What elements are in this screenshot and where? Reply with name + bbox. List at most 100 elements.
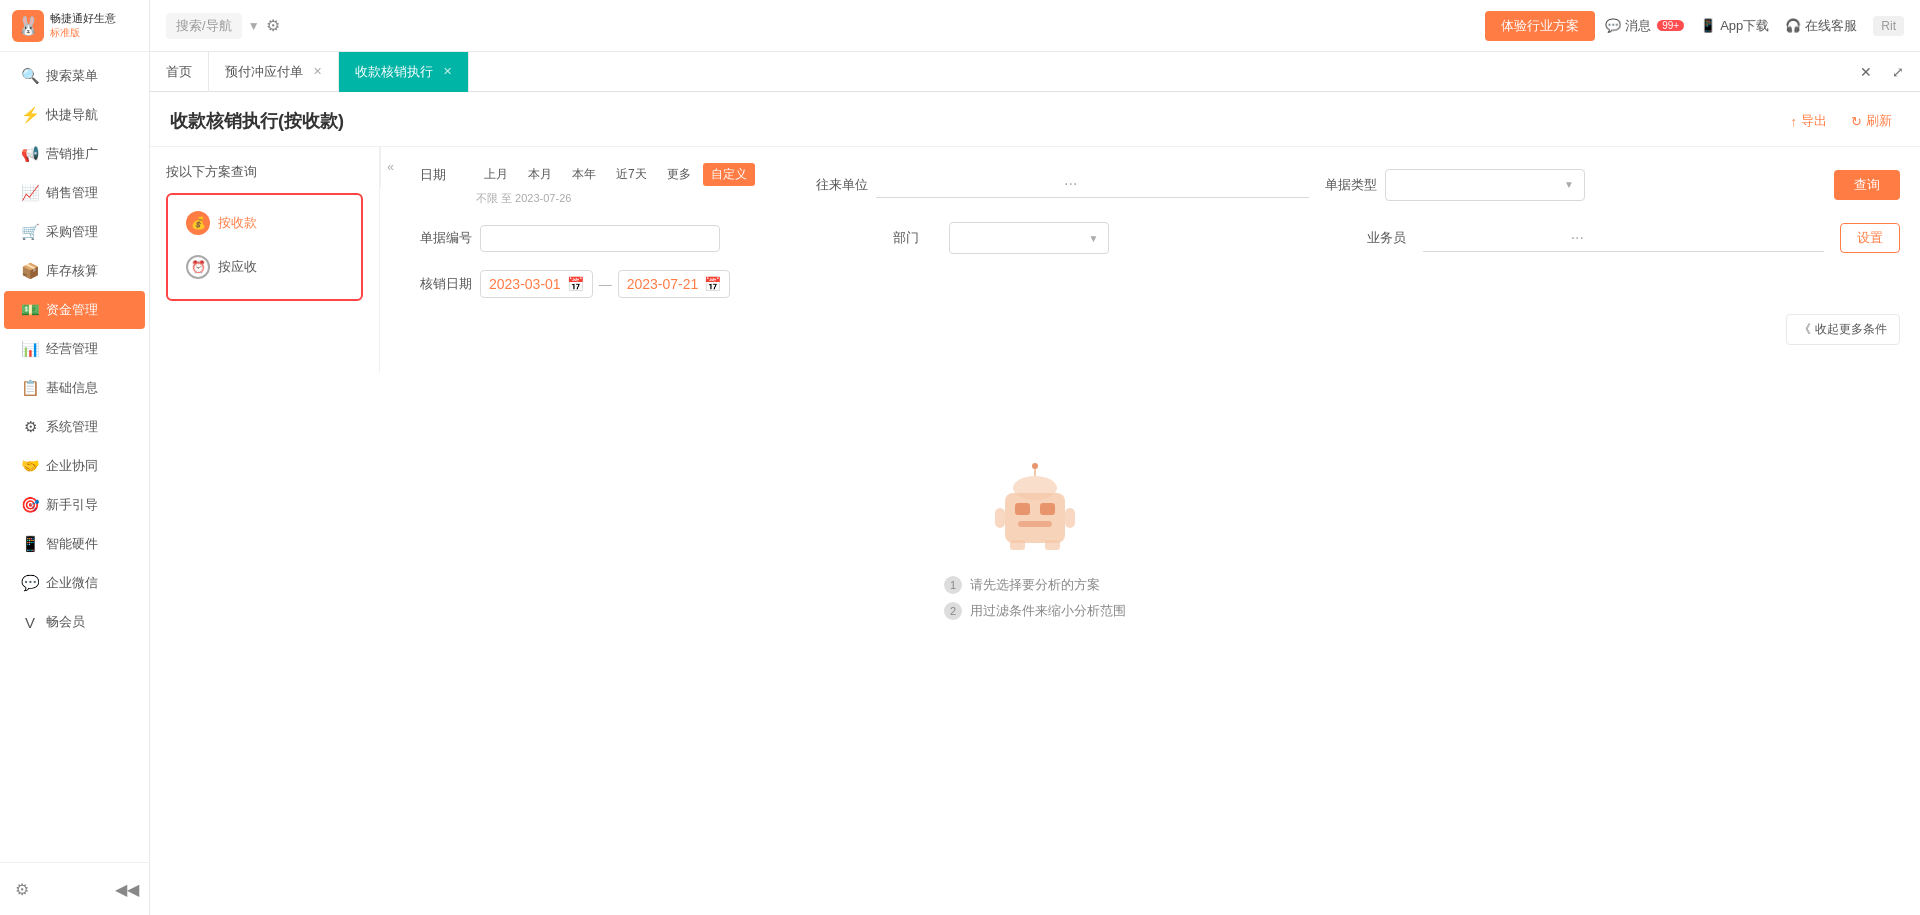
maximize-tab-icon[interactable]: ⤢ [1884,58,1912,86]
date-tab-5[interactable]: 自定义 [703,163,755,186]
nav-icon-system: ⚙ [20,418,40,436]
filter-sidebar-label: 按以下方案查询 [166,163,363,181]
tip-text-2: 用过滤条件来缩小分析范围 [970,602,1126,620]
doc-no-field: 单据编号 [420,225,877,252]
nav-label-finance: 资金管理 [46,301,98,319]
filter-option-icon-by_receivable: ⏰ [186,255,210,279]
topbar-title-box: 搜索/导航 ▼ ⚙ [166,13,1475,39]
tab-home[interactable]: 首页 [150,52,209,92]
partner-ellipsis-icon[interactable]: ··· [1060,175,1081,193]
date-tab-2[interactable]: 本年 [564,163,604,186]
tab-close-prepay[interactable]: ✕ [313,65,322,78]
collapse-filter-button[interactable]: « [380,147,400,187]
empty-tips: 1 请先选择要分析的方案 2 用过滤条件来缩小分析范围 [944,576,1126,620]
filter-options-box: 💰 按收款 ⏰按应收 [166,193,363,301]
topbar-gear-icon[interactable]: ⚙ [266,16,280,35]
verify-date-end-input[interactable]: 2023-07-21 📅 [618,270,731,298]
sidebar-item-finance[interactable]: 💵资金管理 [4,291,145,329]
nav-icon-sales: 📈 [20,184,40,202]
app-name: 畅捷通好生意 [50,11,116,25]
tab-receivable[interactable]: 收款核销执行✕ [339,52,469,92]
doc-type-label: 单据类型 [1325,176,1377,194]
sidebar-item-operation[interactable]: 📊经营管理 [4,330,145,368]
nav-icon-hardware: 📱 [20,535,40,553]
filter-option-by_receivable[interactable]: ⏰按应收 [176,247,353,287]
tab-label-home: 首页 [166,63,192,81]
collapse-more-button[interactable]: 《 收起更多条件 [1786,314,1900,345]
online-service-label: 在线客服 [1805,17,1857,35]
date-tab-0[interactable]: 上月 [476,163,516,186]
sidebar-item-inventory[interactable]: 📦库存核算 [4,252,145,290]
filter-row-1: 日期 上月本月本年近7天更多自定义 不限 至 2023-07-26 往来单位 [420,163,1900,206]
empty-tip-1: 1 请先选择要分析的方案 [944,576,1126,594]
doc-no-input[interactable] [480,225,720,252]
calendar-icon: 📅 [567,276,584,292]
nav-icon-marketing: 📢 [20,145,40,163]
sidebar-item-sales[interactable]: 📈 销售管理 [4,174,145,212]
refresh-button[interactable]: ↻ 刷新 [1843,108,1900,134]
sidebar-item-search[interactable]: 🔍搜索菜单 [4,57,145,95]
nav-label-sales: 销售管理 [46,184,98,202]
verify-date-start-input[interactable]: 2023-03-01 📅 [480,270,593,298]
topbar-right: 💬 消息 99+ 📱 App下载 🎧 在线客服 Rit [1605,16,1904,36]
verify-date-start-value: 2023-03-01 [489,276,561,292]
sidebar-item-cooperation[interactable]: 🤝企业协同 [4,447,145,485]
tab-prepay[interactable]: 预付冲应付单✕ [209,52,339,92]
sidebar-item-guide[interactable]: 🎯新手引导 [4,486,145,524]
partner-label: 往来单位 [816,176,868,194]
tip-num-1: 1 [944,576,962,594]
message-icon: 💬 [1605,18,1621,33]
message-button[interactable]: 💬 消息 99+ [1605,17,1684,35]
sidebar-item-system[interactable]: ⚙系统管理 [4,408,145,446]
app-download-button[interactable]: 📱 App下载 [1700,17,1769,35]
sidebar-item-quick[interactable]: ⚡快捷导航 [4,96,145,134]
user-info[interactable]: Rit [1873,16,1904,36]
doc-type-select[interactable]: ▼ [1385,169,1585,201]
date-separator: — [599,277,612,292]
sidebar-item-member[interactable]: V畅会员 [4,603,145,641]
settings-icon[interactable]: ⚙ [4,871,40,907]
sidebar-item-basic[interactable]: 📋基础信息 [4,369,145,407]
svg-rect-3 [1018,521,1052,527]
filter-option-label-by_receipt: 按收款 [218,214,257,232]
partner-input[interactable] [876,177,1056,192]
sidebar-item-marketing[interactable]: 📢 营销推广 [4,135,145,173]
dept-arrow-icon: ▼ [1088,233,1098,244]
sidebar-item-wechat[interactable]: 💬企业微信 [4,564,145,602]
nav-label-wechat: 企业微信 [46,574,98,592]
nav-icon-guide: 🎯 [20,496,40,514]
filter-panel: 按以下方案查询 💰 按收款 ⏰按应收 « 日期 上月本月本年近7天更多自定义 [150,147,1920,373]
svg-rect-4 [995,508,1005,528]
dept-label: 部门 [893,229,941,247]
sidebar-item-hardware[interactable]: 📱智能硬件 [4,525,145,563]
dept-select[interactable]: ▼ [949,222,1109,254]
page-header: 收款核销执行(按收款) ↑ 导出 ↻ 刷新 [150,92,1920,147]
sidebar-item-purchase[interactable]: 🛒采购管理 [4,213,145,251]
query-button[interactable]: 查询 [1834,170,1900,200]
date-tabs: 上月本月本年近7天更多自定义 [476,163,755,186]
staff-ellipsis-icon[interactable]: ··· [1567,229,1588,247]
filter-option-by_receipt[interactable]: 💰 按收款 [176,203,353,243]
nav-icon-basic: 📋 [20,379,40,397]
doc-type-field: 单据类型 ▼ [1325,169,1818,201]
industry-solution-button[interactable]: 体验行业方案 [1485,11,1595,41]
nav-label-marketing: 营销推广 [46,145,98,163]
nav-label-member: 畅会员 [46,613,85,631]
setting-button[interactable]: 设置 [1840,223,1900,253]
date-tab-4[interactable]: 更多 [659,163,699,186]
online-service-button[interactable]: 🎧 在线客服 [1785,17,1857,35]
nav-icon-operation: 📊 [20,340,40,358]
close-tab-icon[interactable]: ✕ [1852,58,1880,86]
collapse-sidebar-icon[interactable]: ◀◀ [109,871,145,907]
date-tab-1[interactable]: 本月 [520,163,560,186]
message-label: 消息 [1625,17,1651,35]
tab-close-receivable[interactable]: ✕ [443,65,452,78]
tip-num-2: 2 [944,602,962,620]
app-icon: 📱 [1700,18,1716,33]
date-label: 日期 [420,166,468,184]
staff-input[interactable] [1423,230,1563,245]
app-edition: 标准版 [50,26,116,40]
filter-option-icon-by_receipt: 💰 [186,211,210,235]
date-tab-3[interactable]: 近7天 [608,163,655,186]
export-button[interactable]: ↑ 导出 [1783,108,1836,134]
